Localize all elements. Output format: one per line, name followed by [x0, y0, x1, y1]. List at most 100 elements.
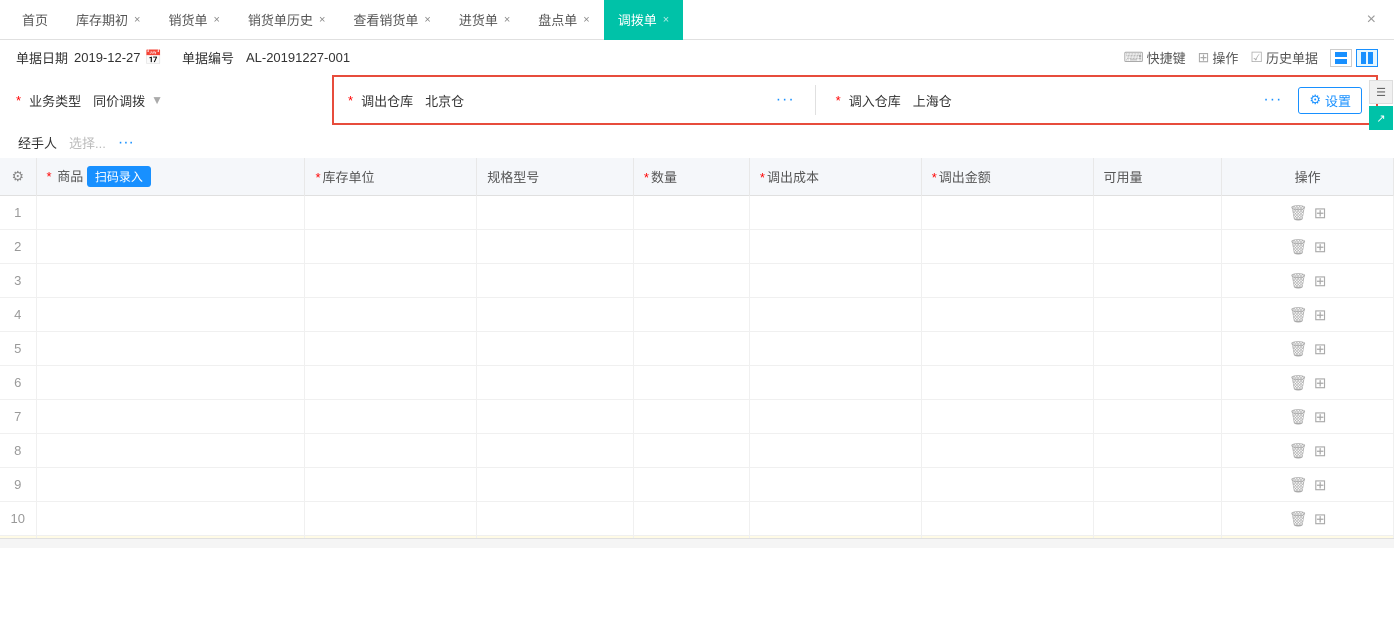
cell-spec[interactable]	[477, 400, 634, 434]
cell-qty[interactable]	[633, 502, 749, 536]
cell-unit[interactable]	[305, 434, 477, 468]
calendar-icon[interactable]: 📅	[145, 49, 162, 66]
cell-amount[interactable]	[921, 196, 1093, 230]
delete-icon[interactable]: 🗑	[1289, 306, 1308, 324]
cell-unit[interactable]	[305, 230, 477, 264]
cell-product[interactable]	[36, 332, 305, 366]
cell-cost[interactable]	[749, 332, 921, 366]
delete-icon[interactable]: 🗑	[1289, 374, 1308, 392]
cell-spec[interactable]	[477, 298, 634, 332]
cell-product[interactable]	[36, 400, 305, 434]
cell-product[interactable]	[36, 230, 305, 264]
cell-cost[interactable]	[749, 434, 921, 468]
delete-icon[interactable]: 🗑	[1289, 340, 1308, 358]
copy-icon[interactable]: ⊞	[1314, 510, 1327, 528]
tab-view-sales[interactable]: 查看销货单 ×	[339, 0, 444, 40]
cell-spec[interactable]	[477, 196, 634, 230]
layout-btn-2[interactable]	[1356, 49, 1378, 67]
tab-purchase[interactable]: 进货单 ×	[445, 0, 524, 40]
tab-purchase-close[interactable]: ×	[504, 14, 510, 26]
copy-icon[interactable]: ⊞	[1314, 306, 1327, 324]
cell-product[interactable]	[36, 196, 305, 230]
cell-spec[interactable]	[477, 332, 634, 366]
tab-sales-history[interactable]: 销货单历史 ×	[234, 0, 339, 40]
cell-cost[interactable]	[749, 468, 921, 502]
table-settings-icon[interactable]: ⚙	[11, 168, 24, 184]
cell-cost[interactable]	[749, 400, 921, 434]
cell-qty[interactable]	[633, 366, 749, 400]
cell-spec[interactable]	[477, 468, 634, 502]
cell-amount[interactable]	[921, 230, 1093, 264]
tab-sales-history-close[interactable]: ×	[319, 14, 325, 26]
cell-qty[interactable]	[633, 264, 749, 298]
doc-date-field[interactable]: 2019-12-27 📅	[74, 49, 162, 66]
copy-icon[interactable]: ⊞	[1314, 272, 1327, 290]
horizontal-scroll[interactable]	[0, 538, 1394, 548]
cell-qty[interactable]	[633, 434, 749, 468]
tab-transfer[interactable]: 调拨单 ×	[604, 0, 683, 40]
layout-btn-1[interactable]	[1330, 49, 1352, 67]
transfer-in-more-btn[interactable]: ···	[1263, 91, 1282, 109]
tab-home[interactable]: 首页	[8, 0, 62, 40]
cell-product[interactable]	[36, 502, 305, 536]
tab-view-sales-close[interactable]: ×	[424, 14, 430, 26]
cell-spec[interactable]	[477, 230, 634, 264]
cell-spec[interactable]	[477, 366, 634, 400]
cell-amount[interactable]	[921, 366, 1093, 400]
cell-amount[interactable]	[921, 502, 1093, 536]
cell-unit[interactable]	[305, 502, 477, 536]
copy-icon[interactable]: ⊞	[1314, 476, 1327, 494]
handler-select[interactable]: 选择...	[69, 133, 106, 152]
cell-product[interactable]	[36, 264, 305, 298]
delete-icon[interactable]: 🗑	[1289, 204, 1308, 222]
tab-stocktake[interactable]: 盘点单 ×	[524, 0, 603, 40]
cell-product[interactable]	[36, 366, 305, 400]
copy-icon[interactable]: ⊞	[1314, 442, 1327, 460]
cell-unit[interactable]	[305, 196, 477, 230]
tab-inventory-init[interactable]: 库存期初 ×	[62, 0, 154, 40]
cell-cost[interactable]	[749, 196, 921, 230]
delete-icon[interactable]: 🗑	[1289, 442, 1308, 460]
history-btn[interactable]: ☑ 历史单据	[1250, 48, 1318, 67]
cell-qty[interactable]	[633, 468, 749, 502]
cell-amount[interactable]	[921, 400, 1093, 434]
cell-cost[interactable]	[749, 502, 921, 536]
cell-spec[interactable]	[477, 264, 634, 298]
sidebar-link-btn[interactable]: ↗	[1369, 106, 1393, 130]
cell-qty[interactable]	[633, 332, 749, 366]
cell-unit[interactable]	[305, 366, 477, 400]
shortcut-btn[interactable]: ⌨ 快捷键	[1123, 48, 1185, 67]
cell-cost[interactable]	[749, 298, 921, 332]
cell-cost[interactable]	[749, 230, 921, 264]
cell-unit[interactable]	[305, 332, 477, 366]
cell-amount[interactable]	[921, 468, 1093, 502]
cell-amount[interactable]	[921, 264, 1093, 298]
cell-unit[interactable]	[305, 468, 477, 502]
handler-more-btn[interactable]: ···	[118, 134, 134, 152]
cell-amount[interactable]	[921, 332, 1093, 366]
copy-icon[interactable]: ⊞	[1314, 374, 1327, 392]
transfer-out-more-btn[interactable]: ···	[776, 91, 795, 109]
copy-icon[interactable]: ⊞	[1314, 340, 1327, 358]
scan-btn[interactable]: 扫码录入	[87, 166, 151, 187]
delete-icon[interactable]: 🗑	[1289, 238, 1308, 256]
delete-icon[interactable]: 🗑	[1289, 476, 1308, 494]
cell-product[interactable]	[36, 468, 305, 502]
cell-cost[interactable]	[749, 366, 921, 400]
cell-qty[interactable]	[633, 196, 749, 230]
cell-amount[interactable]	[921, 298, 1093, 332]
cell-unit[interactable]	[305, 298, 477, 332]
cell-product[interactable]	[36, 298, 305, 332]
tab-sales-order[interactable]: 销货单 ×	[154, 0, 233, 40]
delete-icon[interactable]: 🗑	[1289, 272, 1308, 290]
tab-transfer-close[interactable]: ×	[663, 14, 669, 26]
tab-inventory-init-close[interactable]: ×	[134, 14, 140, 26]
cell-spec[interactable]	[477, 502, 634, 536]
window-close-btn[interactable]: ×	[1357, 11, 1386, 29]
cell-amount[interactable]	[921, 434, 1093, 468]
delete-icon[interactable]: 🗑	[1289, 510, 1308, 528]
cell-unit[interactable]	[305, 264, 477, 298]
cell-product[interactable]	[36, 434, 305, 468]
copy-icon[interactable]: ⊞	[1314, 204, 1327, 222]
tab-sales-order-close[interactable]: ×	[213, 14, 219, 26]
